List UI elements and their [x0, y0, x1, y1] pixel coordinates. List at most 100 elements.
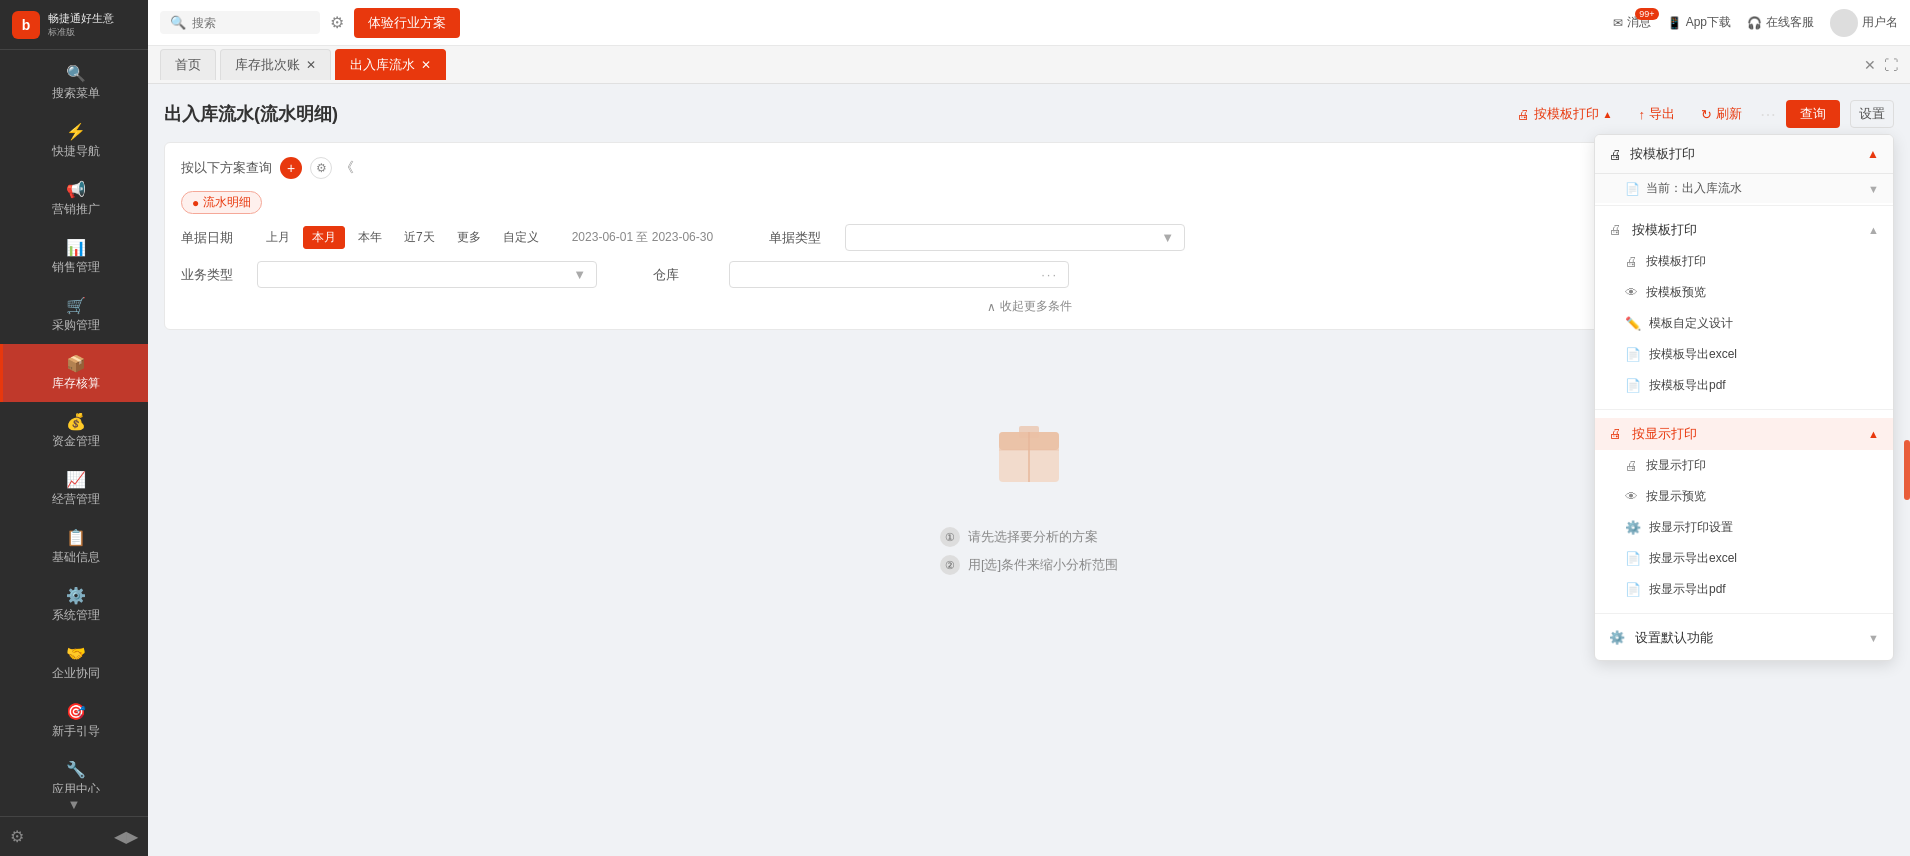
topbar-search[interactable]: 🔍 — [160, 11, 320, 34]
collapse-more-btn[interactable]: ∧ 收起更多条件 — [987, 298, 1072, 315]
empty-state-icon — [984, 402, 1074, 511]
doc-type-select[interactable]: ▼ — [845, 224, 1185, 251]
dropdown-panel: 🖨 按模板打印 ▲ 📄 当前：出入库流水 ▼ 🖨 按模板 — [1594, 134, 1894, 661]
filter-collapse-icon[interactable]: 《 — [340, 159, 354, 177]
app-download-btn[interactable]: 📱 App下载 — [1667, 14, 1731, 31]
chevron-up-icon: ▲ — [1603, 109, 1613, 120]
filter-tag-icon: ● — [192, 196, 199, 210]
date-label: 单据日期 — [181, 229, 241, 247]
print-icon: 🖨 — [1517, 107, 1530, 122]
operations-icon: 📈 — [66, 470, 86, 489]
dropdown-item-template-pdf[interactable]: 📄 按模板导出pdf — [1595, 370, 1893, 401]
doc-type-arrow-icon: ▼ — [1161, 230, 1174, 245]
tab-close-flow[interactable]: ✕ — [421, 58, 431, 72]
tab-close-batch-account[interactable]: ✕ — [306, 58, 316, 72]
business-type-label: 业务类型 — [181, 266, 241, 284]
defaults-section-icon: ⚙️ — [1609, 630, 1625, 645]
item-display-settings-icon: ⚙️ — [1625, 520, 1641, 535]
filter-label: 按以下方案查询 — [181, 159, 272, 177]
warehouse-dots-icon: ··· — [1041, 267, 1058, 282]
filter-add-btn[interactable]: + — [280, 157, 302, 179]
dropdown-item-display-settings[interactable]: ⚙️ 按显示打印设置 — [1595, 512, 1893, 543]
inventory-icon: 📦 — [66, 354, 86, 373]
dropdown-item-display-pdf[interactable]: 📄 按显示导出pdf — [1595, 574, 1893, 605]
enterprise-icon: 🤝 — [66, 644, 86, 663]
current-indicator: 📄 当前：出入库流水 ▼ — [1595, 174, 1893, 203]
sidebar-item-sales[interactable]: 📊 销售管理 — [0, 228, 148, 286]
message-icon: ✉ — [1613, 16, 1623, 30]
dropdown-section-template-print: 🖨 按模板打印 ▲ 🖨 按模板打印 👁 按模板预览 ✏️ 模板自定义设计 — [1595, 208, 1893, 407]
dropdown-item-display-preview[interactable]: 👁 按显示预览 — [1595, 481, 1893, 512]
user-menu[interactable]: 用户名 — [1830, 9, 1898, 37]
tab-close-all-icon[interactable]: ✕ — [1864, 57, 1876, 73]
current-arrow-icon[interactable]: ▼ — [1868, 183, 1879, 195]
item-custom-icon: ✏️ — [1625, 316, 1641, 331]
refresh-icon: ↻ — [1701, 107, 1712, 122]
dropdown-arrow-up-icon[interactable]: ▲ — [1867, 147, 1879, 161]
dropdown-section-header-defaults[interactable]: ⚙️ 设置默认功能 ▼ — [1595, 622, 1893, 654]
sidebar-item-operations[interactable]: 📈 经营管理 — [0, 460, 148, 518]
collapse-sidebar-icon[interactable]: ◀▶ — [114, 827, 138, 846]
sidebar-item-basic-info[interactable]: 📋 基础信息 — [0, 518, 148, 576]
trial-btn[interactable]: 体验行业方案 — [354, 8, 460, 38]
divider-1 — [1595, 205, 1893, 206]
export-btn[interactable]: ↑ 导出 — [1631, 101, 1684, 127]
dropdown-section-header-display[interactable]: 🖨 按显示打印 ▲ — [1595, 418, 1893, 450]
tab-maximize-icon[interactable]: ⛶ — [1884, 57, 1898, 73]
dropdown-item-display-excel[interactable]: 📄 按显示导出excel — [1595, 543, 1893, 574]
sidebar-item-beginner[interactable]: 🎯 新手引导 — [0, 692, 148, 750]
online-service-btn[interactable]: 🎧 在线客服 — [1747, 14, 1814, 31]
date-btn-this-year[interactable]: 本年 — [349, 226, 391, 249]
sidebar-item-marketing[interactable]: 📢 营销推广 — [0, 170, 148, 228]
dropdown-item-display-print[interactable]: 🖨 按显示打印 — [1595, 450, 1893, 481]
warehouse-select[interactable]: ··· — [729, 261, 1069, 288]
sidebar-item-enterprise[interactable]: 🤝 企业协同 — [0, 634, 148, 692]
print-header-icon: 🖨 — [1609, 147, 1622, 162]
warehouse-label: 仓库 — [653, 266, 713, 284]
app-name: 畅捷通好生意 标准版 — [48, 11, 114, 39]
sidebar-item-app-center[interactable]: 🔧 应用中心 — [0, 750, 148, 793]
doc-type-label: 单据类型 — [769, 229, 829, 247]
date-btn-last-month[interactable]: 上月 — [257, 226, 299, 249]
search-icon: 🔍 — [170, 15, 186, 30]
date-btn-7days[interactable]: 近7天 — [395, 226, 444, 249]
mobile-icon: 📱 — [1667, 16, 1682, 30]
search-menu-icon: 🔍 — [66, 64, 86, 83]
date-btn-more[interactable]: 更多 — [448, 226, 490, 249]
scroll-indicator[interactable] — [1904, 440, 1910, 500]
dropdown-item-template-preview[interactable]: 👁 按模板预览 — [1595, 277, 1893, 308]
template-print-btn[interactable]: 🖨 按模板打印 ▲ — [1509, 101, 1621, 127]
settings-btn[interactable]: 设置 — [1850, 100, 1894, 128]
dropdown-section-header-template[interactable]: 🖨 按模板打印 ▲ — [1595, 214, 1893, 246]
settings-icon[interactable]: ⚙ — [10, 827, 24, 846]
tab-home[interactable]: 首页 — [160, 49, 216, 80]
filter-tag[interactable]: ● 流水明细 — [181, 191, 262, 214]
dropdown-item-template-print[interactable]: 🖨 按模板打印 — [1595, 246, 1893, 277]
sidebar-scroll-down[interactable]: ▼ — [0, 793, 148, 816]
page-header: 出入库流水(流水明细) 🖨 按模板打印 ▲ ↑ 导出 ↻ 刷新 ⋯ 查询 设置 — [164, 100, 1894, 128]
sidebar-item-inventory[interactable]: 📦 库存核算 — [0, 344, 148, 402]
dropdown-item-template-excel[interactable]: 📄 按模板导出excel — [1595, 339, 1893, 370]
topbar-gear-icon[interactable]: ⚙ — [330, 13, 344, 32]
messages-btn[interactable]: ✉ 消息 99+ — [1613, 14, 1651, 31]
sidebar-item-search-menu[interactable]: 🔍 搜索菜单 — [0, 54, 148, 112]
system-icon: ⚙️ — [66, 586, 86, 605]
chevron-down-icon: ▼ — [68, 797, 81, 812]
sidebar-item-finance[interactable]: 💰 资金管理 — [0, 402, 148, 460]
export-icon: ↑ — [1639, 107, 1646, 122]
tab-batch-account[interactable]: 库存批次账 ✕ — [220, 49, 331, 80]
filter-settings-btn[interactable]: ⚙ — [310, 157, 332, 179]
search-input[interactable] — [192, 16, 310, 30]
date-btn-custom[interactable]: 自定义 — [494, 226, 548, 249]
business-type-select[interactable]: ▼ — [257, 261, 597, 288]
empty-steps-list: ① 请先选择要分析的方案 ② 用[选]条件来缩小分析范围 — [940, 527, 1118, 583]
refresh-btn[interactable]: ↻ 刷新 — [1693, 101, 1750, 127]
query-btn[interactable]: 查询 — [1786, 100, 1840, 128]
sidebar-item-system[interactable]: ⚙️ 系统管理 — [0, 576, 148, 634]
sidebar-item-purchase[interactable]: 🛒 采购管理 — [0, 286, 148, 344]
dropdown-item-template-custom[interactable]: ✏️ 模板自定义设计 — [1595, 308, 1893, 339]
date-btn-this-month[interactable]: 本月 — [303, 226, 345, 249]
tab-flow[interactable]: 出入库流水 ✕ — [335, 49, 446, 80]
item-display-print-icon: 🖨 — [1625, 458, 1638, 473]
sidebar-item-quick-nav[interactable]: ⚡ 快捷导航 — [0, 112, 148, 170]
